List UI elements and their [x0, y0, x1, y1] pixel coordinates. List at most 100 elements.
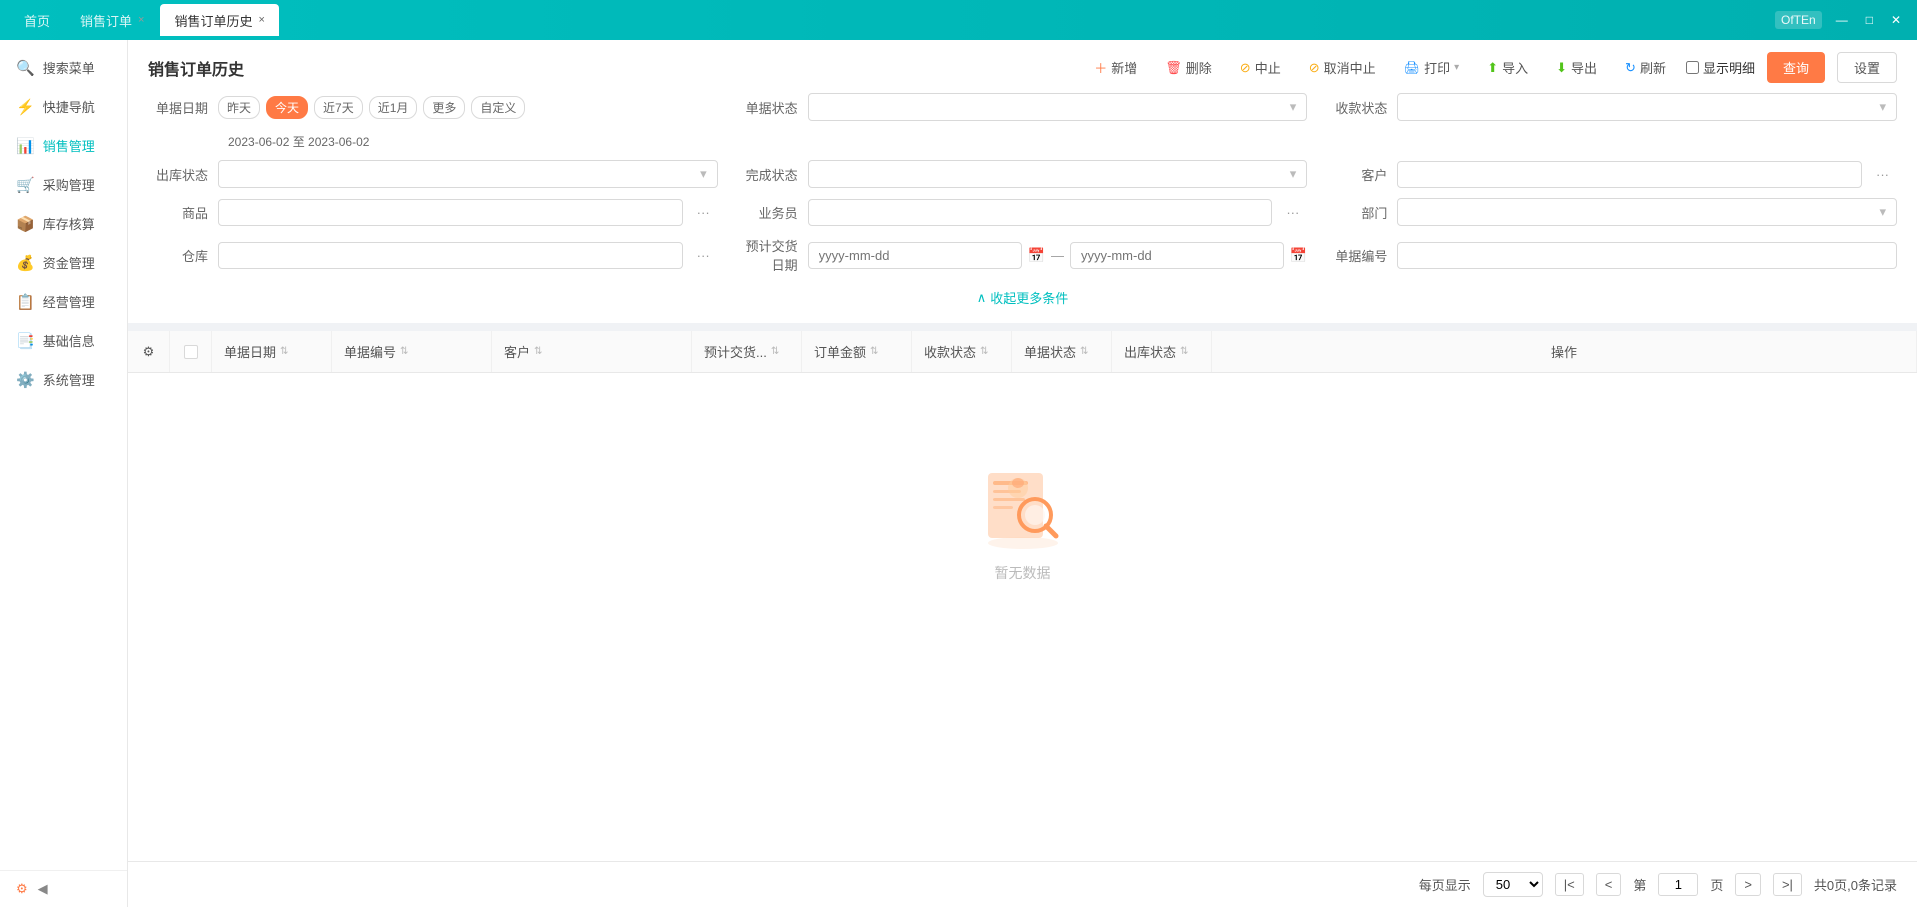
sidebar-item-quick-nav[interactable]: ⚡ 快捷导航	[0, 87, 127, 126]
refresh-button[interactable]: ↻ 刷新	[1617, 54, 1674, 81]
th-pay-status[interactable]: 收款状态 ⇅	[912, 331, 1012, 372]
date-1month[interactable]: 近1月	[369, 96, 418, 119]
sidebar-item-sales[interactable]: 📊 销售管理	[0, 126, 127, 165]
window-controls: — □ ✕	[1830, 13, 1907, 27]
print-button[interactable]: 🖨 打印 ▾	[1396, 54, 1468, 81]
filter-customer: 客户 ···	[1327, 160, 1897, 188]
page-title-row: 销售订单历史 ＋ 新增 🗑 删除 ⊘ 中止 ⊘	[148, 52, 1897, 83]
delivery-date-control: 📅 — 📅	[808, 242, 1308, 269]
sidebar-collapse-icon[interactable]: ◀	[38, 881, 48, 897]
sidebar-item-inventory[interactable]: 📦 库存核算	[0, 204, 127, 243]
last-page-btn[interactable]: >|	[1773, 873, 1802, 896]
warehouse-control: ···	[218, 242, 718, 269]
product-more-icon[interactable]: ···	[689, 200, 718, 225]
purchase-icon: 🛒	[16, 176, 35, 194]
bill-no-input[interactable]	[1397, 242, 1897, 269]
date-more[interactable]: 更多	[423, 96, 465, 119]
salesperson-more-icon[interactable]: ···	[1278, 200, 1307, 225]
tab-home[interactable]: 首页	[10, 4, 64, 36]
sidebar-item-operation[interactable]: 📋 经营管理	[0, 282, 127, 321]
th-delivery[interactable]: 预计交货... ⇅	[692, 331, 802, 372]
stop-button[interactable]: ⊘ 中止	[1232, 54, 1289, 81]
close-window-icon[interactable]: ✕	[1885, 13, 1907, 27]
date-today[interactable]: 今天	[266, 96, 308, 119]
page-input[interactable]	[1658, 873, 1698, 896]
new-button[interactable]: ＋ 新增	[1086, 54, 1145, 81]
new-label: 新增	[1111, 58, 1137, 77]
salesperson-input[interactable]	[808, 199, 1273, 226]
th-out-status[interactable]: 出库状态 ⇅	[1112, 331, 1212, 372]
first-page-btn[interactable]: |<	[1555, 873, 1584, 896]
sidebar-item-finance[interactable]: 💰 资金管理	[0, 243, 127, 282]
refresh-icon: ↻	[1625, 60, 1636, 76]
date-sort-icon: ⇅	[280, 346, 288, 357]
tab-bar: 首页 销售订单 × 销售订单历史 ×	[10, 4, 1775, 36]
delete-button[interactable]: 🗑 删除	[1157, 54, 1220, 81]
cancel-stop-button[interactable]: ⊘ 取消中止	[1301, 54, 1384, 81]
th-bill-num-label: 单据编号	[344, 342, 396, 361]
tab-sales-order[interactable]: 销售订单 ×	[66, 4, 158, 36]
th-customer[interactable]: 客户 ⇅	[492, 331, 692, 372]
tab-sales-order-close[interactable]: ×	[138, 14, 144, 26]
product-label: 商品	[148, 203, 218, 222]
tab-sales-history[interactable]: 销售订单历史 ×	[160, 4, 278, 36]
out-status-arrow: ▾	[700, 166, 707, 182]
bill-status-select[interactable]: ▾	[808, 93, 1308, 121]
new-icon: ＋	[1094, 58, 1107, 77]
tab-sales-history-close[interactable]: ×	[258, 14, 264, 26]
warehouse-input[interactable]	[218, 242, 683, 269]
th-bill-status[interactable]: 单据状态 ⇅	[1012, 331, 1112, 372]
bill-status-arrow: ▾	[1290, 99, 1297, 115]
often-badge: OfTEn	[1775, 11, 1822, 29]
table-area: ⚙ 单据日期 ⇅ 单据编号 ⇅ 客户 ⇅ 预计交货...	[128, 331, 1917, 861]
display-detail-input[interactable]	[1686, 61, 1699, 74]
collapse-row[interactable]: ∧ 收起更多条件	[148, 284, 1897, 311]
display-detail-checkbox[interactable]: 显示明细	[1686, 58, 1755, 77]
sidebar-item-purchase[interactable]: 🛒 采购管理	[0, 165, 127, 204]
prev-page-btn[interactable]: <	[1596, 873, 1622, 896]
export-button[interactable]: ⬇ 导出	[1548, 54, 1605, 81]
header-checkbox[interactable]	[184, 345, 198, 359]
calendar-from-icon[interactable]: 📅	[1028, 247, 1045, 264]
th-out-status-label: 出库状态	[1124, 342, 1176, 361]
sidebar-settings-icon[interactable]: ⚙	[16, 881, 28, 897]
th-delivery-label: 预计交货...	[704, 342, 767, 361]
sidebar-item-basic-info[interactable]: 📑 基础信息	[0, 321, 127, 360]
product-input[interactable]	[218, 199, 683, 226]
calendar-to-icon[interactable]: 📅	[1290, 247, 1307, 264]
complete-status-select[interactable]: ▾	[808, 160, 1308, 188]
total-label: 共0页,0条记录	[1814, 875, 1897, 894]
product-control: ···	[218, 199, 718, 226]
settings-button[interactable]: 设置	[1837, 52, 1897, 83]
date-custom[interactable]: 自定义	[471, 96, 525, 119]
customer-sort-icon: ⇅	[534, 346, 542, 357]
th-date[interactable]: 单据日期 ⇅	[212, 331, 332, 372]
customer-more-icon[interactable]: ···	[1868, 162, 1897, 187]
delivery-date-from[interactable]	[808, 242, 1022, 269]
import-button[interactable]: ⬆ 导入	[1479, 54, 1536, 81]
date-7days[interactable]: 近7天	[314, 96, 363, 119]
pay-status-select[interactable]: ▾	[1397, 93, 1897, 121]
minimize-icon[interactable]: —	[1830, 13, 1854, 27]
dept-select[interactable]: ▾	[1397, 198, 1897, 226]
query-button[interactable]: 查询	[1767, 52, 1825, 83]
date-yesterday[interactable]: 昨天	[218, 96, 260, 119]
th-bill-num[interactable]: 单据编号 ⇅	[332, 331, 492, 372]
per-page-select[interactable]: 50 100 200	[1483, 872, 1543, 897]
th-settings[interactable]: ⚙	[128, 331, 170, 372]
import-label: 导入	[1502, 58, 1528, 77]
warehouse-more-icon[interactable]: ···	[689, 243, 718, 268]
next-page-btn[interactable]: >	[1735, 873, 1761, 896]
date-range-text: 2023-06-02 至 2023-06-02	[228, 133, 369, 150]
th-checkbox[interactable]	[170, 331, 212, 372]
customer-input[interactable]	[1397, 161, 1862, 188]
out-status-select[interactable]: ▾	[218, 160, 718, 188]
maximize-icon[interactable]: □	[1860, 13, 1879, 27]
filter-bill-status: 单据状态 ▾	[738, 93, 1308, 121]
complete-status-label: 完成状态	[738, 165, 808, 184]
sidebar-item-search[interactable]: 🔍 搜索菜单	[0, 48, 127, 87]
delivery-date-to[interactable]	[1070, 242, 1284, 269]
th-amount[interactable]: 订单金额 ⇅	[802, 331, 912, 372]
sidebar-item-system[interactable]: ⚙️ 系统管理	[0, 360, 127, 399]
empty-illustration	[963, 453, 1083, 553]
